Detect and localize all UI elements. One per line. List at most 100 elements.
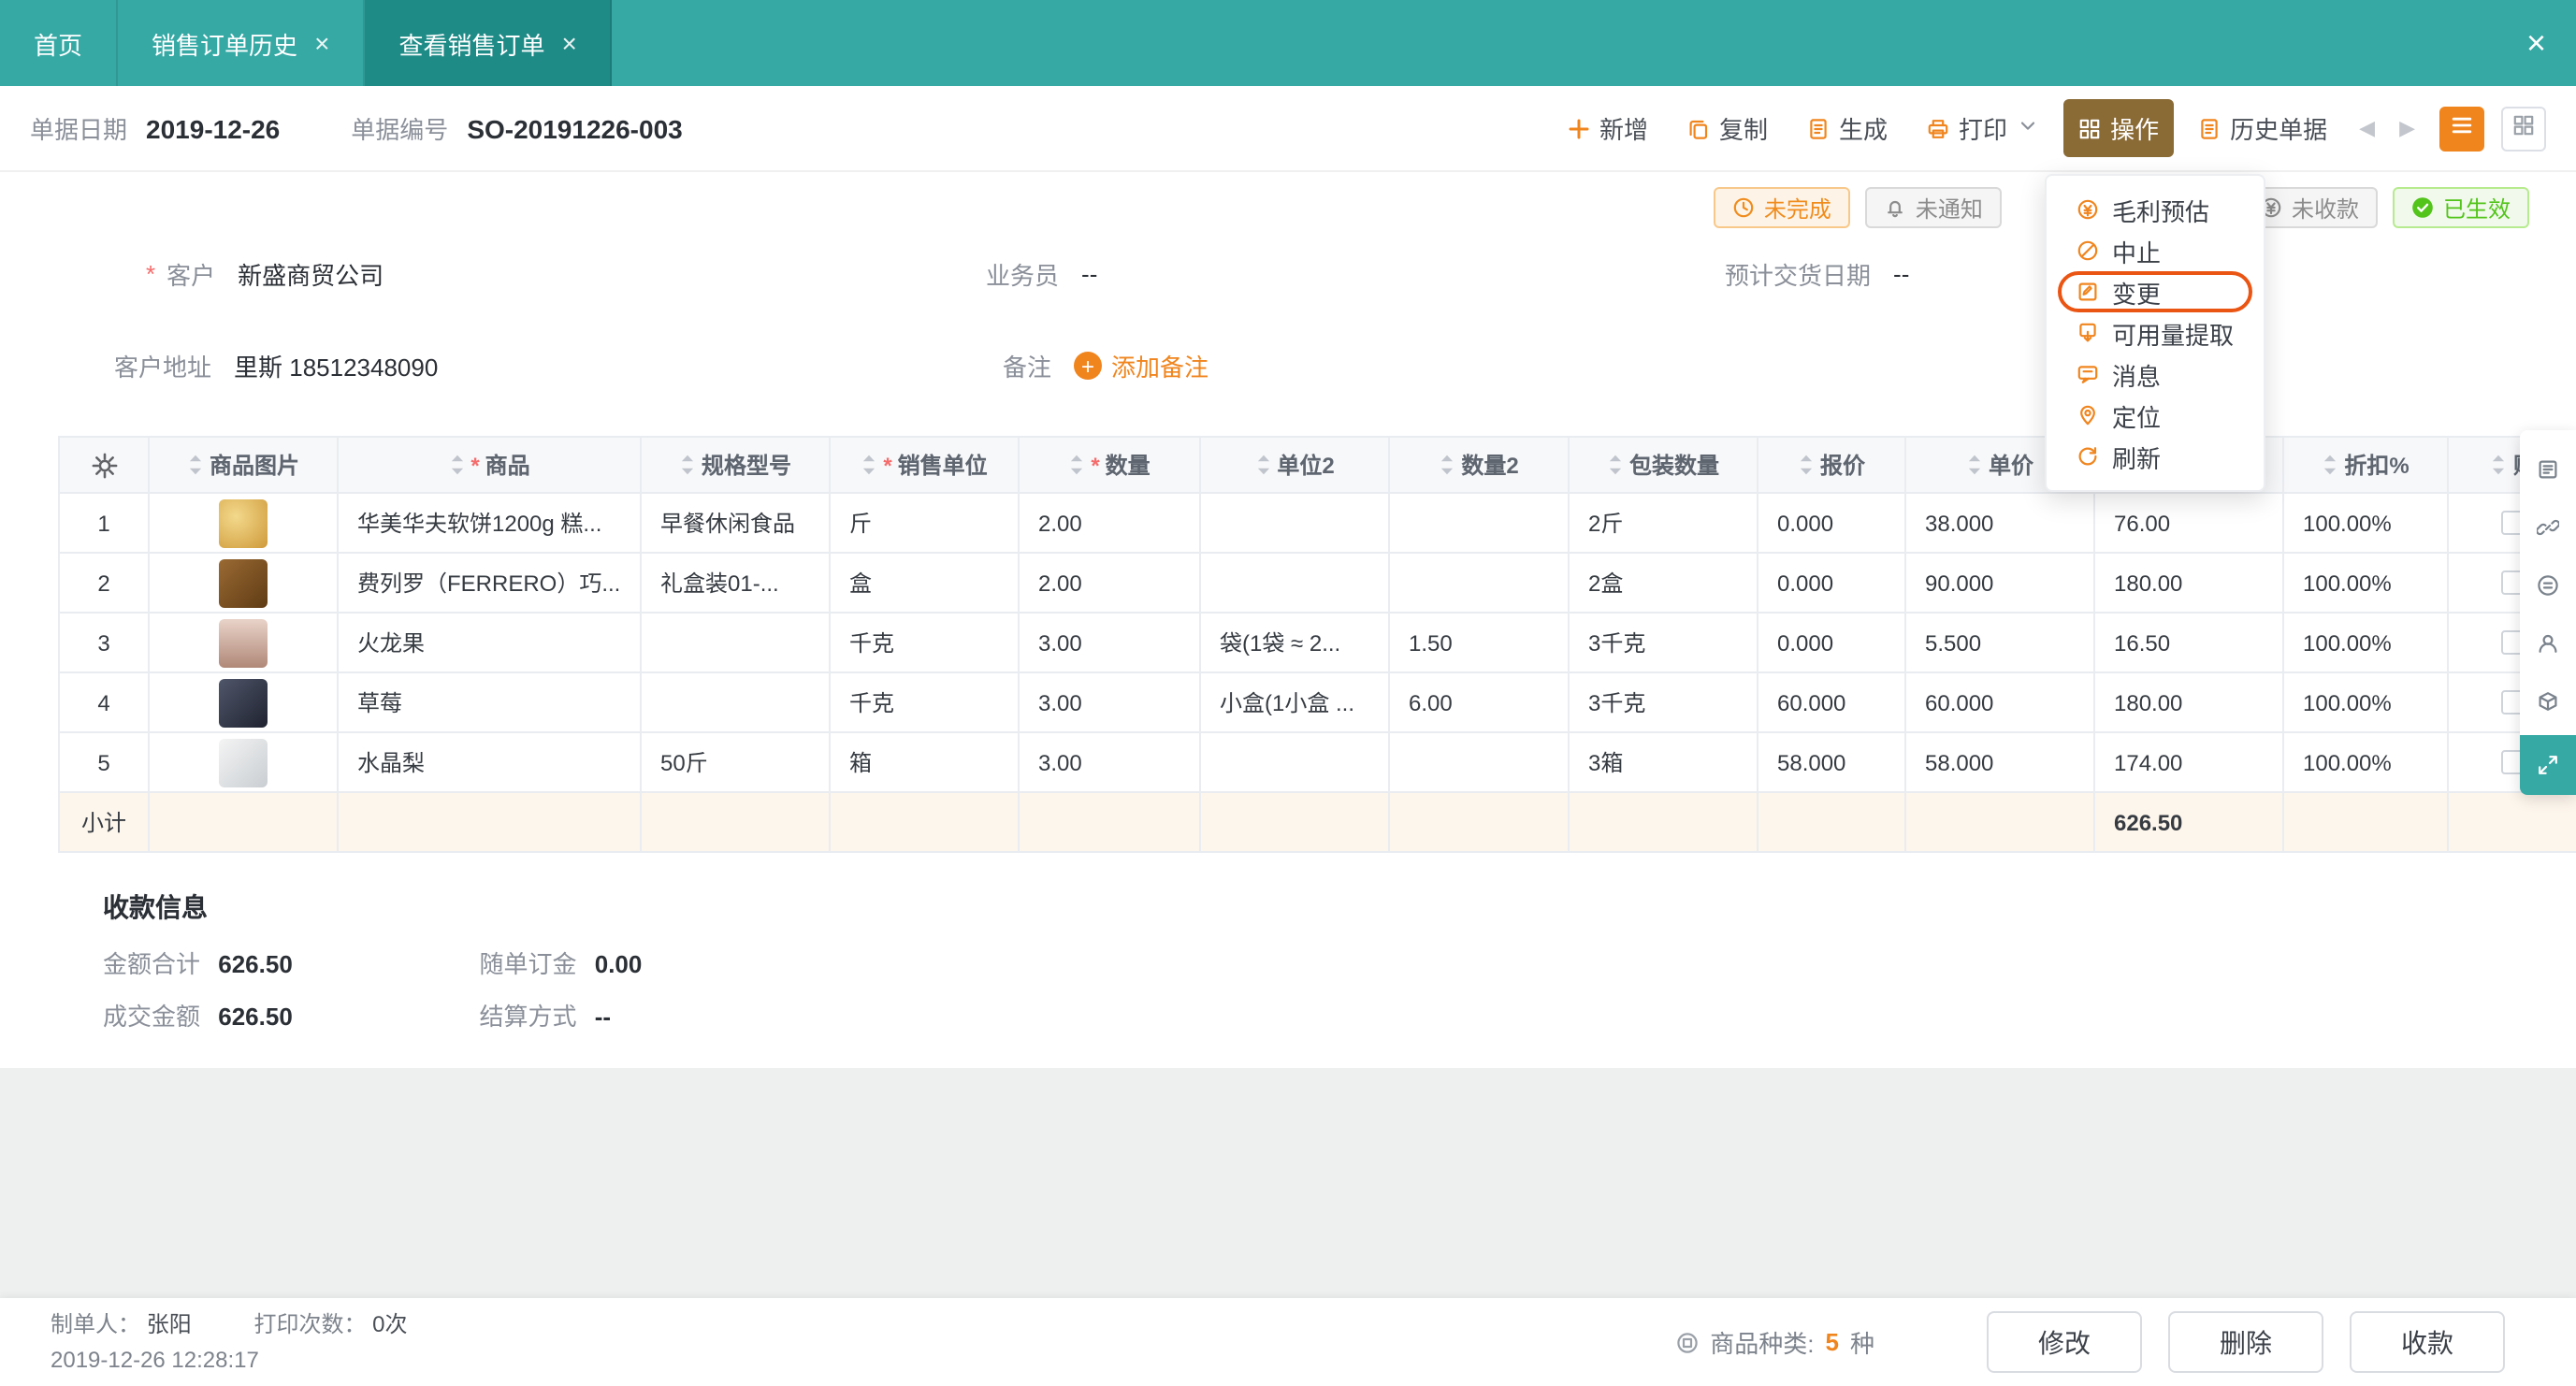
sort-icon[interactable]: [1798, 453, 1815, 477]
cell-product-image: [150, 494, 339, 554]
close-icon[interactable]: ×: [561, 30, 576, 56]
add-remark-button[interactable]: + 添加备注: [1074, 348, 1208, 383]
menu-item-refresh[interactable]: 刷新: [2058, 436, 2252, 477]
user-icon[interactable]: [2520, 614, 2576, 671]
settlement-label: 结算方式: [479, 1003, 577, 1031]
table-row[interactable]: 1 华美华夫软饼1200g 糕... 早餐休闲食品斤 2.00 2斤 0.000 38.00…: [60, 494, 2576, 554]
cell-unit-price: 5.500: [1906, 614, 2095, 673]
sort-icon[interactable]: [1439, 453, 1455, 477]
package-icon[interactable]: [2520, 671, 2576, 729]
sku-count-unit: 种: [1849, 1330, 1874, 1358]
cell-quantity2: 1.50: [1390, 614, 1570, 673]
sort-icon[interactable]: [679, 453, 696, 477]
sort-icon[interactable]: [2491, 453, 2508, 477]
column-header-sales-unit[interactable]: * 销售单位: [831, 438, 1020, 494]
tab-view-sales-order[interactable]: 查看销售订单 ×: [365, 0, 613, 86]
sku-count-label: 商品种类:: [1710, 1330, 1815, 1358]
sort-icon[interactable]: [2322, 453, 2338, 477]
product-thumbnail[interactable]: [219, 618, 268, 667]
form-icon[interactable]: [2520, 440, 2576, 498]
tab-label: 销售订单历史: [152, 31, 298, 59]
sort-icon[interactable]: [1607, 453, 1624, 477]
receive-payment-button[interactable]: 收款: [2350, 1311, 2505, 1373]
delete-button[interactable]: 删除: [2168, 1311, 2323, 1373]
menu-item-label: 中止: [2112, 238, 2162, 267]
row-index: 5: [60, 733, 150, 793]
column-header-spec[interactable]: 规格型号: [642, 438, 831, 494]
next-record-arrow[interactable]: ▶: [2392, 116, 2423, 140]
column-header-product[interactable]: * 商品: [339, 438, 642, 494]
list-circle-icon[interactable]: [2520, 556, 2576, 614]
subtotal-cell: [642, 793, 831, 853]
link-icon[interactable]: [2520, 498, 2576, 556]
sort-icon[interactable]: [187, 453, 204, 477]
table-row[interactable]: 4 草莓 千克 3.00 小盒(1小盒 ... 6.00 3千克 60.000 60.000 18…: [60, 673, 2576, 733]
sort-icon[interactable]: [1068, 453, 1085, 477]
menu-item-label: 消息: [2112, 362, 2162, 390]
sort-icon[interactable]: [1254, 453, 1271, 477]
sort-icon[interactable]: [861, 453, 877, 477]
locate-icon: [2077, 404, 2099, 426]
product-thumbnail[interactable]: [219, 558, 268, 607]
sort-icon[interactable]: [1966, 453, 1983, 477]
print-count-label: 打印次数：: [253, 1310, 367, 1337]
menu-item-locate[interactable]: 定位: [2058, 395, 2252, 436]
customer-address-label: 客户地址: [114, 354, 212, 382]
column-settings-gear-icon[interactable]: [91, 452, 117, 478]
column-label: 折扣%: [2344, 453, 2410, 479]
cell-product-image: [150, 614, 339, 673]
cell-unit-price: 90.000: [1906, 554, 2095, 614]
cell-unit2: [1201, 554, 1390, 614]
close-icon[interactable]: ×: [2496, 23, 2576, 63]
change-icon: [2077, 281, 2099, 303]
column-header-discount[interactable]: 折扣%: [2284, 438, 2449, 494]
operate-button[interactable]: 操作: [2063, 99, 2175, 157]
menu-item-label: 定位: [2112, 403, 2162, 431]
expand-icon[interactable]: [2520, 735, 2576, 795]
menu-item-extract[interactable]: 可用量提取: [2058, 312, 2252, 354]
copy-button[interactable]: 复制: [1672, 99, 1783, 157]
column-header-product-image[interactable]: 商品图片: [150, 438, 339, 494]
bell-icon: [1884, 196, 1906, 219]
product-thumbnail[interactable]: [219, 678, 268, 727]
list-view-button[interactable]: [2439, 106, 2484, 151]
column-header-quote[interactable]: 报价: [1758, 438, 1906, 494]
prev-record-arrow[interactable]: ◀: [2352, 116, 2382, 140]
menu-item-estimate[interactable]: 毛利预估: [2058, 189, 2252, 230]
sort-icon[interactable]: [448, 453, 465, 477]
delivery-date-field: 预计交货日期 --: [1725, 256, 1909, 292]
menu-item-message[interactable]: 消息: [2058, 354, 2252, 395]
cell-sales-unit: 千克: [831, 614, 1020, 673]
grid-view-button[interactable]: [2501, 106, 2546, 151]
table-row[interactable]: 3 火龙果 千克 3.00 袋(1袋 ≈ 2... 1.50 3千克 0.000 5.500 16…: [60, 614, 2576, 673]
menu-item-stop[interactable]: 中止: [2058, 230, 2252, 271]
column-label: 商品图片: [209, 453, 299, 479]
product-thumbnail[interactable]: [219, 738, 268, 787]
product-thumbnail[interactable]: [219, 498, 268, 547]
column-header-quantity2[interactable]: 数量2: [1390, 438, 1570, 494]
modify-button[interactable]: 修改: [1987, 1311, 2142, 1373]
column-label: 单价: [1988, 453, 2033, 479]
print-button[interactable]: 打印: [1912, 99, 2054, 157]
add-button[interactable]: 新增: [1553, 99, 1663, 157]
menu-item-change[interactable]: 变更: [2058, 271, 2252, 312]
menu-item-label: 变更: [2112, 280, 2162, 308]
toolbar: 单据日期 2019-12-26 单据编号 SO-20191226-003 新增 …: [0, 86, 2576, 172]
cell-package-qty: 3千克: [1570, 673, 1758, 733]
cell-quote: 0.000: [1758, 614, 1906, 673]
column-label: 数量2: [1461, 453, 1519, 479]
tab-home[interactable]: 首页: [0, 0, 119, 86]
close-icon[interactable]: ×: [314, 30, 329, 56]
tab-sales-order-history[interactable]: 销售订单历史 ×: [118, 0, 366, 86]
column-header-package-qty[interactable]: 包装数量: [1570, 438, 1758, 494]
column-header-row-settings[interactable]: [60, 438, 150, 494]
status-badge-not-notified: 未通知: [1864, 187, 2002, 228]
generate-button[interactable]: 生成: [1792, 99, 1903, 157]
table-row[interactable]: 5 水晶梨 50斤箱 3.00 3箱 58.000 58.000 174.00 100.00%: [60, 733, 2576, 793]
column-header-quantity[interactable]: * 数量: [1020, 438, 1201, 494]
column-header-unit2[interactable]: 单位2: [1201, 438, 1390, 494]
cell-discount: 100.00%: [2284, 614, 2449, 673]
history-button[interactable]: 历史单据: [2183, 99, 2342, 157]
table-row[interactable]: 2 费列罗（FERRERO）巧... 礼盒装01-... 盒 2.00 2盒 0.000 90…: [60, 554, 2576, 614]
cell-sales-unit: 斤: [831, 494, 1020, 554]
